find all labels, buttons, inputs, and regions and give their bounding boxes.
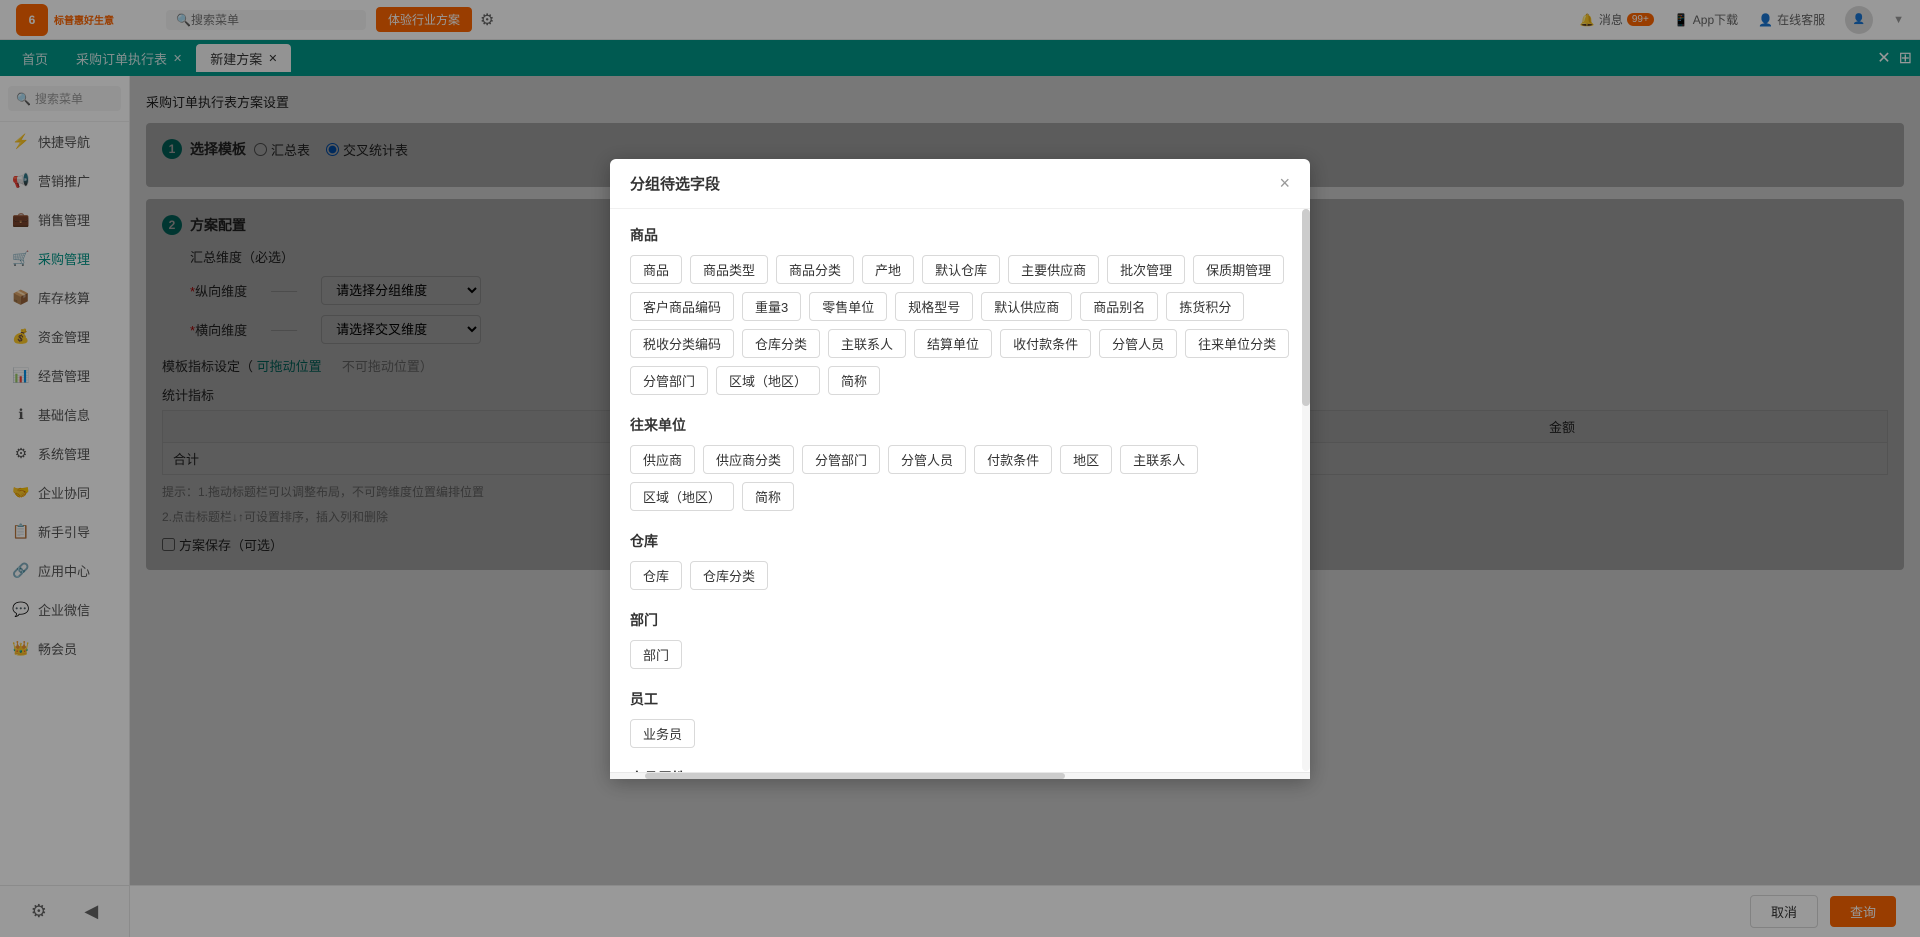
product-section-title: 商品 (630, 225, 1294, 245)
warehouse-section-title: 仓库 (630, 531, 1294, 551)
warehouse-section: 仓库 仓库 仓库分类 (630, 531, 1294, 590)
partner-section: 往来单位 供应商 供应商分类 分管部门 分管人员 付款条件 地区 主联系人 区域… (630, 415, 1294, 511)
modal-overlay: 分组待选字段 × 商品 商品 商品类型 商品分类 产地 默认仓库 主要供应商 批… (0, 0, 1920, 937)
product-section: 商品 商品 商品类型 商品分类 产地 默认仓库 主要供应商 批次管理 保质期管理… (630, 225, 1294, 395)
field-tag-partner-dept[interactable]: 分管部门 (802, 445, 880, 474)
field-tag-main-supplier[interactable]: 主要供应商 (1008, 255, 1099, 284)
employee-section: 员工 业务员 (630, 689, 1294, 748)
field-tag-supervisor[interactable]: 分管人员 (1099, 329, 1177, 358)
field-select-modal: 分组待选字段 × 商品 商品 商品类型 商品分类 产地 默认仓库 主要供应商 批… (610, 159, 1310, 779)
field-tag-default-warehouse[interactable]: 默认仓库 (922, 255, 1000, 284)
warehouse-field-tags: 仓库 仓库分类 (630, 561, 1294, 590)
field-tag-partner-contact[interactable]: 主联系人 (1120, 445, 1198, 474)
field-tag-payment-cond[interactable]: 付款条件 (974, 445, 1052, 474)
modal-close-button[interactable]: × (1279, 173, 1290, 194)
product-field-tags: 商品 商品类型 商品分类 产地 默认仓库 主要供应商 批次管理 保质期管理 客户… (630, 255, 1294, 395)
modal-horizontal-scrollbar[interactable] (610, 772, 1310, 779)
field-tag-area[interactable]: 地区 (1060, 445, 1112, 474)
field-tag-pick-points[interactable]: 拣货积分 (1166, 292, 1244, 321)
field-tag-partner-short[interactable]: 简称 (742, 482, 794, 511)
field-tag-product-alias[interactable]: 商品别名 (1080, 292, 1158, 321)
modal-header: 分组待选字段 × (610, 159, 1310, 209)
field-tag-shelf-life[interactable]: 保质期管理 (1193, 255, 1284, 284)
field-tag-salesperson[interactable]: 业务员 (630, 719, 695, 748)
field-tag-warehouse-category[interactable]: 仓库分类 (690, 561, 768, 590)
field-tag-region[interactable]: 区域（地区） (716, 366, 820, 395)
field-tag-supplier[interactable]: 供应商 (630, 445, 695, 474)
field-tag-warehouse-cat[interactable]: 仓库分类 (742, 329, 820, 358)
field-tag-supplier-cat[interactable]: 供应商分类 (703, 445, 794, 474)
department-field-tags: 部门 (630, 640, 1294, 669)
modal-body[interactable]: 商品 商品 商品类型 商品分类 产地 默认仓库 主要供应商 批次管理 保质期管理… (610, 209, 1310, 772)
field-tag-dept[interactable]: 分管部门 (630, 366, 708, 395)
field-tag-department[interactable]: 部门 (630, 640, 682, 669)
field-tag-weight[interactable]: 重量3 (742, 292, 801, 321)
field-tag-product[interactable]: 商品 (630, 255, 682, 284)
field-tag-warehouse[interactable]: 仓库 (630, 561, 682, 590)
field-tag-partner-region[interactable]: 区域（地区） (630, 482, 734, 511)
field-tag-default-supplier[interactable]: 默认供应商 (981, 292, 1072, 321)
field-tag-origin[interactable]: 产地 (862, 255, 914, 284)
employee-field-tags: 业务员 (630, 719, 1294, 748)
field-tag-partner-supervisor[interactable]: 分管人员 (888, 445, 966, 474)
field-tag-short-name[interactable]: 简称 (828, 366, 880, 395)
employee-section-title: 员工 (630, 689, 1294, 709)
department-section: 部门 部门 (630, 610, 1294, 669)
field-tag-retail-unit[interactable]: 零售单位 (809, 292, 887, 321)
field-tag-customer-code[interactable]: 客户商品编码 (630, 292, 734, 321)
partner-field-tags: 供应商 供应商分类 分管部门 分管人员 付款条件 地区 主联系人 区域（地区） … (630, 445, 1294, 511)
field-tag-settlement-unit[interactable]: 结算单位 (914, 329, 992, 358)
field-tag-spec[interactable]: 规格型号 (895, 292, 973, 321)
field-tag-main-contact[interactable]: 主联系人 (828, 329, 906, 358)
modal-title: 分组待选字段 (630, 173, 720, 194)
field-tag-payment-terms[interactable]: 收付款条件 (1000, 329, 1091, 358)
field-tag-product-category[interactable]: 商品分类 (776, 255, 854, 284)
field-tag-product-type[interactable]: 商品类型 (690, 255, 768, 284)
field-tag-tax-code[interactable]: 税收分类编码 (630, 329, 734, 358)
department-section-title: 部门 (630, 610, 1294, 630)
field-tag-batch-mgmt[interactable]: 批次管理 (1107, 255, 1185, 284)
field-tag-partner-cat[interactable]: 往来单位分类 (1185, 329, 1289, 358)
partner-section-title: 往来单位 (630, 415, 1294, 435)
